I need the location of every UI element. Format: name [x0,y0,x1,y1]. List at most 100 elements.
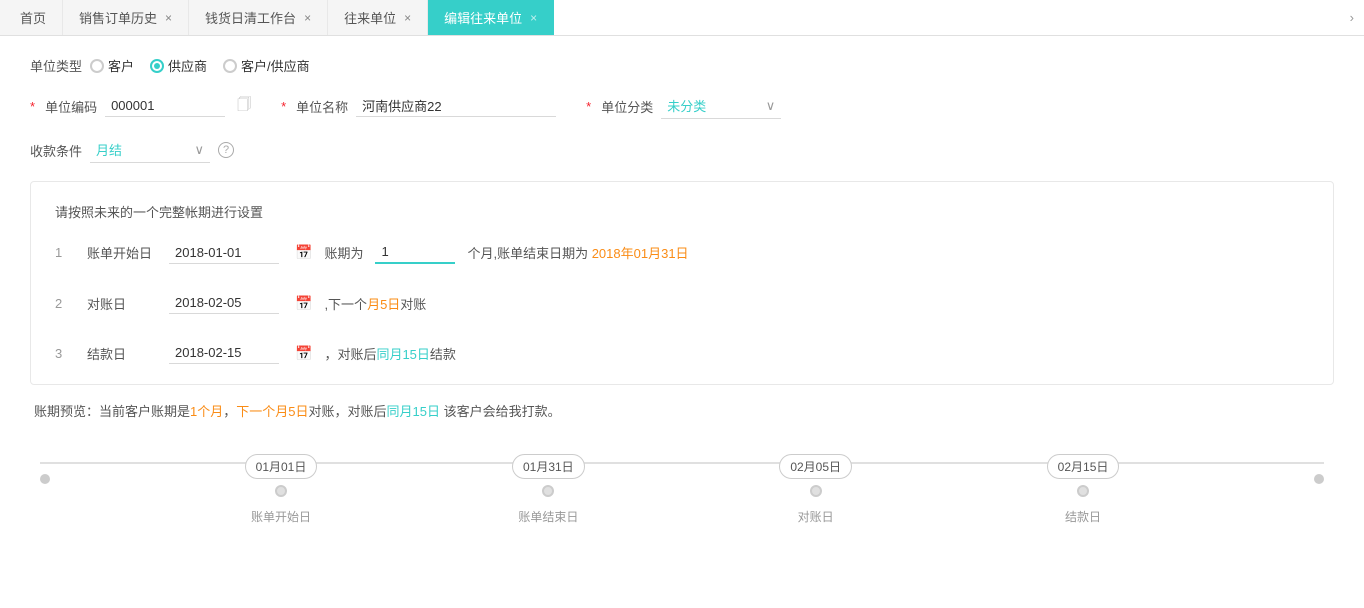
setting-row-1: 1 账单开始日 📅 账期为 个月,账单结束日期为 2018年01月31日 [55,241,1309,264]
row-1-suffix: 个月,账单结束日期为 2018年01月31日 [467,243,688,262]
timeline-dot-1 [275,485,287,497]
timeline-dot-2 [542,485,554,497]
preview-part3: 同月15日 [387,404,440,419]
row-num-2: 2 [55,296,75,311]
row-1-label: 账单开始日 [87,243,157,262]
row-2-date-input[interactable] [169,292,279,314]
setting-row-3: 3 结款日 📅 ，对账后同月15日结款 [55,342,1309,364]
payment-terms-field: 收款条件 月结 ∨ ? [30,137,234,163]
unit-code-star: * [30,99,35,114]
unit-type-field: 单位类型 客户 供应商 客户/供应商 [30,56,310,75]
payment-terms-value: 月结 [96,140,122,159]
timeline-sub-2: 账单结束日 [518,508,578,525]
row-2-cal-icon[interactable]: 📅 [295,295,312,312]
unit-code-input[interactable] [105,95,225,117]
radio-customer-circle [90,59,104,73]
timeline-point-4: 02月15日 结款日 [1047,454,1120,503]
row-1-date-input[interactable] [169,242,279,264]
payment-terms-chevron: ∨ [195,142,205,158]
row-num-1: 1 [55,245,75,260]
unit-type-label: 单位类型 [30,56,82,75]
tab-overflow-arrow[interactable]: › [1340,0,1364,35]
timeline-point-2: 01月31日 账单结束日 [512,454,585,503]
row-1-cal-icon[interactable]: 📅 [295,244,312,261]
timeline-label-4: 02月15日 [1047,454,1120,479]
unit-name-star: * [281,99,286,114]
timeline-left-dot [40,474,50,484]
row-1-middle-text: 账期为 [324,243,363,262]
row-1-highlight: 2018年01月31日 [592,246,689,261]
radio-both[interactable]: 客户/供应商 [223,56,310,75]
unit-name-field: * 单位名称 [281,95,556,117]
preview-part2: 下一个月5日 [236,404,308,419]
row-3-highlight: 同月15日 [376,347,429,362]
payment-terms-row: 收款条件 月结 ∨ ? [30,137,1334,163]
timeline-sub-3: 对账日 [798,508,834,525]
row-num-3: 3 [55,346,75,361]
unit-category-select[interactable]: 未分类 ∨ [661,93,781,119]
tab-cash-workbench-label: 钱货日清工作台 [205,8,296,27]
row-2-label: 对账日 [87,294,157,313]
unit-type-radio-group: 客户 供应商 客户/供应商 [90,56,310,75]
radio-both-label: 客户/供应商 [241,56,310,75]
timeline-label-2: 01月31日 [512,454,585,479]
unit-name-label: 单位名称 [296,97,348,116]
tab-cash-workbench[interactable]: 钱货日清工作台 × [189,0,328,35]
tab-partner-units-label: 往来单位 [344,8,396,27]
preview-text: 账期预览：当前客户账期是1个月，下一个月5日对账，对账后同月15日 该客户会给我… [30,401,1334,420]
radio-customer[interactable]: 客户 [90,56,134,75]
unit-code-copy-icon[interactable]: 🗍 [237,94,251,118]
tab-partner-units-close[interactable]: × [404,11,411,25]
unit-category-label: 单位分类 [601,97,653,116]
timeline-sub-4: 结款日 [1065,508,1101,525]
tab-bar: 首页 销售订单历史 × 钱货日清工作台 × 往来单位 × 编辑往来单位 × › [0,0,1364,36]
payment-terms-select[interactable]: 月结 ∨ [90,137,210,163]
tab-sales-history-close[interactable]: × [165,11,172,25]
unit-category-chevron: ∨ [766,98,776,114]
unit-category-value: 未分类 [667,96,706,115]
tab-sales-history-label: 销售订单历史 [79,8,157,27]
timeline-right-dot [1314,474,1324,484]
radio-customer-label: 客户 [108,56,134,75]
tab-sales-history[interactable]: 销售订单历史 × [63,0,189,35]
timeline-label-3: 02月05日 [779,454,852,479]
main-content: 单位类型 客户 供应商 客户/供应商 * 单位编码 [0,36,1364,608]
timeline-line [40,462,1324,464]
row-3-suffix: ，对账后同月15日结款 [324,344,456,363]
timeline-label-1: 01月01日 [245,454,318,479]
radio-supplier-label: 供应商 [168,56,207,75]
payment-terms-help-icon[interactable]: ? [218,142,234,158]
payment-terms-label: 收款条件 [30,141,82,160]
tab-edit-partner-close[interactable]: × [530,11,537,25]
row-1-num-input[interactable] [375,241,455,264]
tab-edit-partner-label: 编辑往来单位 [444,8,522,27]
radio-supplier-circle [150,59,164,73]
tab-home-label: 首页 [20,8,46,27]
timeline-dot-3 [810,485,822,497]
tab-cash-workbench-close[interactable]: × [304,11,311,25]
row-3-date-input[interactable] [169,342,279,364]
unit-category-field: * 单位分类 未分类 ∨ [586,93,781,119]
radio-both-circle [223,59,237,73]
row-3-label: 结款日 [87,344,157,363]
unit-code-label: 单位编码 [45,97,97,116]
row-2-highlight: 月5日 [367,297,400,312]
setting-row-2: 2 对账日 📅 ,下一个月5日对账 [55,292,1309,314]
settings-box: 请按照未来的一个完整帐期进行设置 1 账单开始日 📅 账期为 个月,账单结束日期… [30,181,1334,385]
tab-partner-units[interactable]: 往来单位 × [328,0,428,35]
tab-edit-partner[interactable]: 编辑往来单位 × [428,0,554,35]
timeline-sub-1: 账单开始日 [251,508,311,525]
settings-title: 请按照未来的一个完整帐期进行设置 [55,202,1309,221]
unit-code-field: * 单位编码 🗍 [30,94,251,118]
unit-name-input[interactable] [356,95,556,117]
tab-home[interactable]: 首页 [0,0,63,35]
timeline-point-1: 01月01日 账单开始日 [245,454,318,503]
timeline-point-3: 02月05日 对账日 [779,454,852,503]
unit-info-row: * 单位编码 🗍 * 单位名称 * 单位分类 未分类 ∨ [30,93,1334,119]
row-3-cal-icon[interactable]: 📅 [295,345,312,362]
timeline: 01月01日 账单开始日 01月31日 账单结束日 02月05日 对账日 02月… [40,444,1324,533]
row-2-suffix: ,下一个月5日对账 [324,294,426,313]
unit-category-star: * [586,99,591,114]
unit-type-row: 单位类型 客户 供应商 客户/供应商 [30,56,1334,75]
radio-supplier[interactable]: 供应商 [150,56,207,75]
